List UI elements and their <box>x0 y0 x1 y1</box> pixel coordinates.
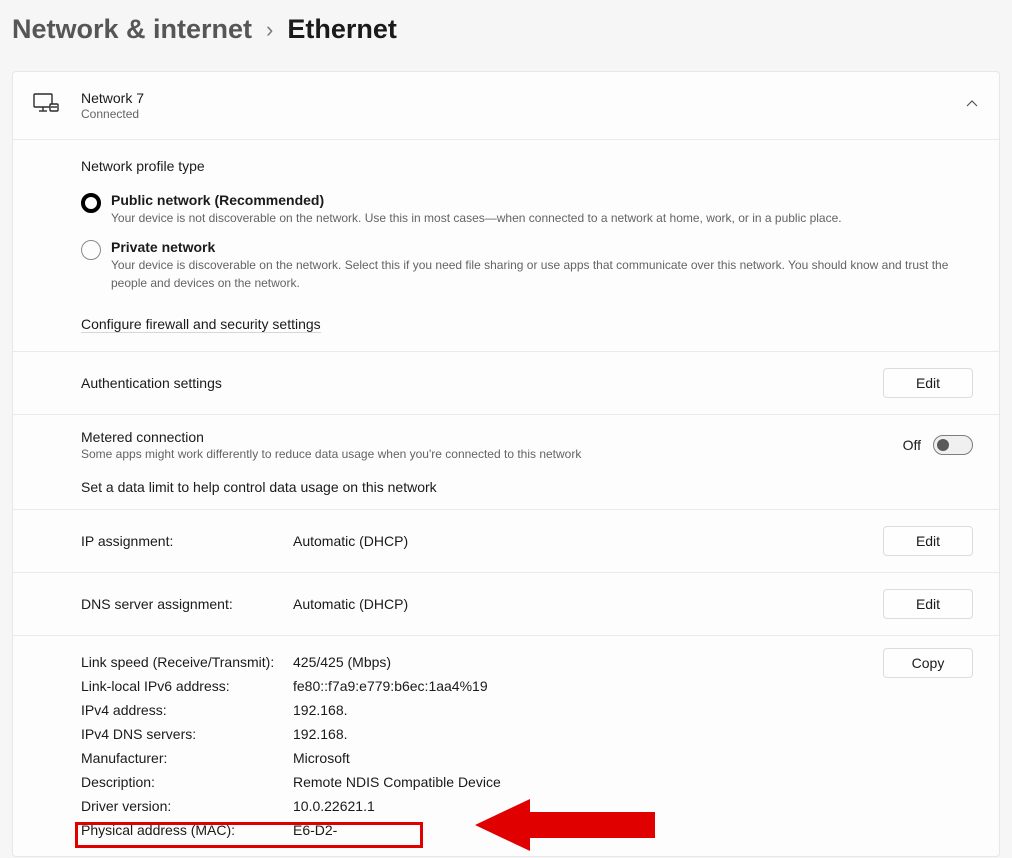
detail-manufacturer: Manufacturer:Microsoft <box>81 746 973 770</box>
radio-public-network[interactable]: Public network (Recommended) Your device… <box>81 192 973 227</box>
detail-ipv4-dns: IPv4 DNS servers:192.168. <box>81 722 973 746</box>
detail-link-speed: Link speed (Receive/Transmit):425/425 (M… <box>81 650 973 674</box>
dns-assignment-row: DNS server assignment: Automatic (DHCP) … <box>13 573 999 636</box>
breadcrumb-parent[interactable]: Network & internet <box>12 14 252 45</box>
metered-desc: Some apps might work differently to redu… <box>81 447 903 461</box>
private-network-desc: Your device is discoverable on the netwo… <box>111 257 973 292</box>
data-limit-link[interactable]: Set a data limit to help control data us… <box>81 479 437 495</box>
chevron-right-icon: › <box>266 17 273 43</box>
ip-assignment-label: IP assignment: <box>81 533 293 549</box>
network-status: Connected <box>81 107 144 121</box>
copy-button[interactable]: Copy <box>883 648 973 678</box>
detail-ipv6-link-local: Link-local IPv6 address:fe80::f7a9:e779:… <box>81 674 973 698</box>
network-name: Network 7 <box>81 90 144 106</box>
radio-unselected-icon <box>81 240 101 260</box>
radio-selected-icon <box>81 193 101 213</box>
metered-connection-row: Metered connection Some apps might work … <box>13 415 999 510</box>
dns-assignment-label: DNS server assignment: <box>81 596 293 612</box>
metered-state-text: Off <box>903 437 921 453</box>
detail-description: Description:Remote NDIS Compatible Devic… <box>81 770 973 794</box>
profile-type-section: Network profile type Public network (Rec… <box>13 140 999 352</box>
ip-assignment-row: IP assignment: Automatic (DHCP) Edit <box>13 510 999 573</box>
monitor-ethernet-icon <box>33 92 63 119</box>
dns-assignment-edit-button[interactable]: Edit <box>883 589 973 619</box>
metered-toggle[interactable] <box>933 435 973 455</box>
private-network-label: Private network <box>111 239 973 255</box>
toggle-knob-icon <box>937 439 949 451</box>
ethernet-card: Network 7 Connected Network profile type… <box>12 71 1000 857</box>
authentication-edit-button[interactable]: Edit <box>883 368 973 398</box>
public-network-desc: Your device is not discoverable on the n… <box>111 210 973 227</box>
public-network-label: Public network (Recommended) <box>111 192 973 208</box>
breadcrumb: Network & internet › Ethernet <box>0 0 1012 71</box>
detail-driver-version: Driver version:10.0.22621.1 <box>81 794 973 818</box>
ip-assignment-value: Automatic (DHCP) <box>293 533 883 549</box>
ip-assignment-edit-button[interactable]: Edit <box>883 526 973 556</box>
chevron-up-icon[interactable] <box>965 97 979 114</box>
detail-mac-address: Physical address (MAC):E6-D2- <box>81 818 973 842</box>
network-header[interactable]: Network 7 Connected <box>13 72 999 140</box>
network-details: Copy Link speed (Receive/Transmit):425/4… <box>13 636 999 856</box>
dns-assignment-value: Automatic (DHCP) <box>293 596 883 612</box>
authentication-label: Authentication settings <box>81 375 883 391</box>
breadcrumb-current: Ethernet <box>287 14 397 45</box>
firewall-settings-link[interactable]: Configure firewall and security settings <box>81 316 321 333</box>
authentication-row: Authentication settings Edit <box>13 352 999 415</box>
detail-ipv4-address: IPv4 address:192.168. <box>81 698 973 722</box>
metered-label: Metered connection <box>81 429 903 445</box>
radio-private-network[interactable]: Private network Your device is discovera… <box>81 239 973 292</box>
profile-type-title: Network profile type <box>81 158 973 174</box>
